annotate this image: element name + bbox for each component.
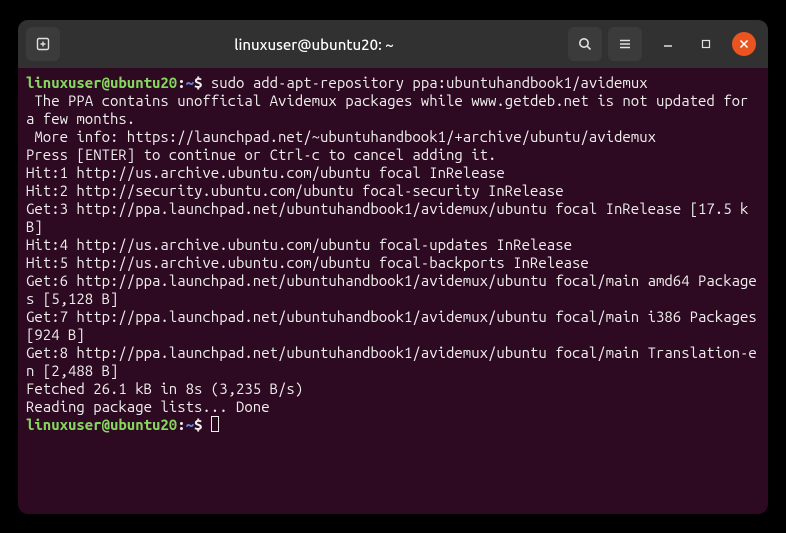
output-line: Press [ENTER] to continue or Ctrl-c to c… [26,146,760,164]
prompt-path: ~ [186,74,194,91]
close-button[interactable] [732,32,756,56]
titlebar: linuxuser@ubuntu20: ~ [18,20,768,68]
maximize-button[interactable] [694,32,718,56]
prompt-path: ~ [186,416,194,433]
terminal-window: linuxuser@ubuntu20: ~ [18,20,768,514]
output-line: Get:3 http://ppa.launchpad.net/ubuntuhan… [26,200,760,236]
output-line: Hit:5 http://us.archive.ubuntu.com/ubunt… [26,254,760,272]
output-line: Get:8 http://ppa.launchpad.net/ubuntuhan… [26,344,760,380]
command-text: sudo add-apt-repository ppa:ubuntuhandbo… [211,74,648,91]
prompt-symbol: $ [194,74,202,91]
prompt-symbol: $ [194,416,202,433]
cursor-icon [211,416,219,432]
prompt-user: linuxuser@ubuntu20 [26,416,177,433]
output-line: Hit:2 http://security.ubuntu.com/ubuntu … [26,182,760,200]
prompt-user: linuxuser@ubuntu20 [26,74,177,91]
search-button[interactable] [568,27,602,61]
window-controls [656,32,756,56]
menu-button[interactable] [608,27,642,61]
output-line: Hit:4 http://us.archive.ubuntu.com/ubunt… [26,236,760,254]
terminal-content[interactable]: linuxuser@ubuntu20:~$ sudo add-apt-repos… [18,68,768,440]
output-line: More info: https://launchpad.net/~ubuntu… [26,128,760,146]
output-line: Hit:1 http://us.archive.ubuntu.com/ubunt… [26,164,760,182]
output-line: Reading package lists... Done [26,398,760,416]
minimize-button[interactable] [656,32,680,56]
output-line: Get:6 http://ppa.launchpad.net/ubuntuhan… [26,272,760,308]
output-line: Get:7 http://ppa.launchpad.net/ubuntuhan… [26,308,760,344]
output-line: The PPA contains unofficial Avidemux pac… [26,92,760,128]
new-tab-button[interactable] [26,27,60,61]
window-title: linuxuser@ubuntu20: ~ [66,36,562,53]
output-line: Fetched 26.1 kB in 8s (3,235 B/s) [26,380,760,398]
